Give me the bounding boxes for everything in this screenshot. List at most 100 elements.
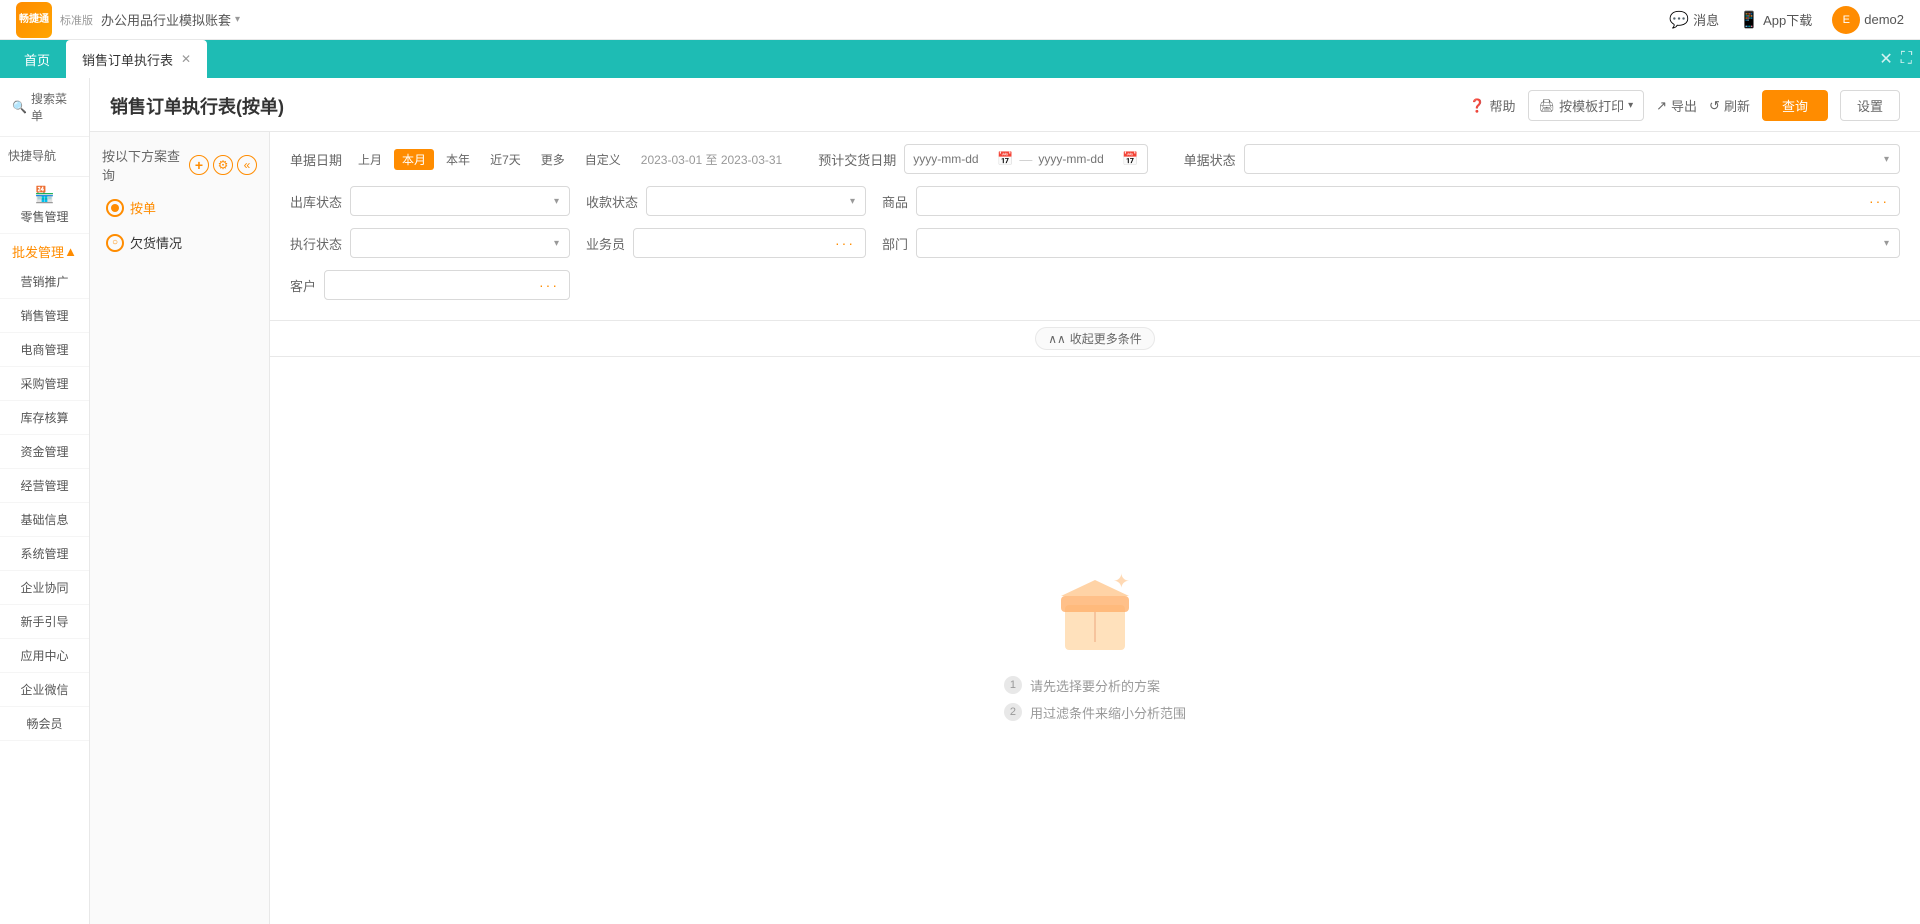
- user-avatar: E: [1832, 6, 1860, 34]
- order-status-select[interactable]: ▾: [1244, 144, 1900, 174]
- delivery-date-range[interactable]: 📅 — 📅: [904, 144, 1147, 174]
- collapse-button[interactable]: ∧∧ 收起更多条件: [1035, 327, 1155, 350]
- order-status-label: 单据状态: [1184, 150, 1236, 169]
- filter-date: 单据日期 上月 本月 本年 近7天 更多 自定义 2023-03-01 至 20…: [290, 149, 782, 170]
- search-icon: 🔍: [12, 100, 27, 114]
- sidebar-item-basics[interactable]: 基础信息: [0, 503, 89, 537]
- tab-bar: 首页 销售订单执行表 ✕ ✕ ⛶: [0, 40, 1920, 78]
- sidebar-item-ecommerce[interactable]: 电商管理: [0, 333, 89, 367]
- period-last7days[interactable]: 近7天: [482, 149, 529, 170]
- sidebar-item-newuser[interactable]: 新手引导: [0, 605, 89, 639]
- header-left: 畅捷通 标准版 办公用品行业模拟账套 ▾: [16, 2, 240, 38]
- collapse-bar: ∧∧ 收起更多条件: [270, 321, 1920, 357]
- sidebar-item-inventory[interactable]: 库存核算: [0, 401, 89, 435]
- order-status-chevron-icon: ▾: [1884, 154, 1889, 165]
- date-range-hint: 2023-03-01 至 2023-03-31: [641, 151, 782, 168]
- empty-state: ✦ 1 请先选择要分析的方案 2: [270, 357, 1920, 924]
- shipment-status-select[interactable]: ▾: [350, 186, 570, 216]
- user-menu[interactable]: E demo2: [1832, 6, 1904, 34]
- filter-product: 商品 ···: [882, 186, 1900, 216]
- step-1-num: 1: [1004, 676, 1022, 694]
- calendar-start-icon[interactable]: 📅: [997, 151, 1013, 167]
- app-download-button[interactable]: 📱 App下载: [1739, 10, 1812, 30]
- messages-button[interactable]: 💬 消息: [1669, 10, 1719, 30]
- sidebar-item-retail[interactable]: 🏪 零售管理: [0, 177, 89, 234]
- execution-chevron-icon: ▾: [554, 238, 559, 249]
- page-header-top: 销售订单执行表(按单) ❓ 帮助 🖨 按模板打印 ▾ ↗ 导出: [110, 90, 1900, 131]
- tab-bar-actions: ✕ ⛶: [1879, 49, 1920, 69]
- sidebar-item-system[interactable]: 系统管理: [0, 537, 89, 571]
- delivery-date-end[interactable]: [1038, 152, 1118, 166]
- scheme-item-order[interactable]: 按单: [90, 190, 269, 225]
- print-icon: 🖨: [1539, 98, 1556, 114]
- customer-select[interactable]: ···: [324, 270, 570, 300]
- query-button[interactable]: 查询: [1762, 90, 1828, 121]
- filter-delivery-date: 预计交货日期 📅 — 📅: [818, 144, 1147, 174]
- message-icon: 💬: [1669, 10, 1689, 30]
- execution-status-select[interactable]: ▾: [350, 228, 570, 258]
- period-more[interactable]: 更多: [533, 149, 573, 170]
- shipment-chevron-icon: ▾: [554, 196, 559, 207]
- shipment-status-label: 出库状态: [290, 192, 342, 211]
- add-scheme-button[interactable]: +: [189, 155, 209, 175]
- salesperson-select[interactable]: ···: [633, 228, 866, 258]
- main-content: 单据日期 上月 本月 本年 近7天 更多 自定义 2023-03-01 至 20…: [270, 132, 1920, 924]
- department-select[interactable]: ▾: [916, 228, 1900, 258]
- tab-expand-icon[interactable]: ⛶: [1901, 50, 1912, 68]
- sidebar-item-sales[interactable]: 销售管理: [0, 299, 89, 333]
- tab-close-icon[interactable]: ✕: [181, 52, 191, 66]
- content-area: 销售订单执行表(按单) ❓ 帮助 🖨 按模板打印 ▾ ↗ 导出: [90, 78, 1920, 924]
- tab-close-all-icon[interactable]: ✕: [1879, 49, 1892, 69]
- product-select[interactable]: ···: [916, 186, 1900, 216]
- collapse-panel-button[interactable]: «: [237, 155, 257, 175]
- period-current-year[interactable]: 本年: [438, 149, 478, 170]
- tab-sales-order-exec[interactable]: 销售订单执行表 ✕: [66, 40, 207, 78]
- tab-home[interactable]: 首页: [8, 40, 66, 78]
- template-print-button[interactable]: 🖨 按模板打印 ▾: [1528, 90, 1645, 121]
- retail-icon: 🏪: [35, 185, 55, 205]
- settings-scheme-button[interactable]: ⚙: [213, 155, 233, 175]
- period-buttons: 上月 本月 本年 近7天 更多 自定义: [350, 149, 629, 170]
- collection-status-label: 收款状态: [586, 192, 638, 211]
- sidebar-item-member[interactable]: 畅会员: [0, 707, 89, 741]
- page-actions: ❓ 帮助 🖨 按模板打印 ▾ ↗ 导出 ↺ 刷新: [1469, 90, 1900, 121]
- empty-svg: ✦: [1045, 560, 1145, 660]
- period-last-month[interactable]: 上月: [350, 149, 390, 170]
- product-label: 商品: [882, 192, 908, 211]
- refresh-icon: ↺: [1709, 98, 1720, 114]
- main-layout: 🔍 搜索菜单 快捷导航 🏪 零售管理 批发管理 ▲ 营销推广 销售管理 电商管理…: [0, 78, 1920, 924]
- sidebar-item-purchase[interactable]: 采购管理: [0, 367, 89, 401]
- search-menu-button[interactable]: 🔍 搜索菜单: [8, 86, 81, 128]
- delivery-date-start[interactable]: [913, 152, 993, 166]
- filter-order-status: 单据状态 ▾: [1184, 144, 1900, 174]
- calendar-end-icon[interactable]: 📅: [1122, 151, 1138, 167]
- page-header: 销售订单执行表(按单) ❓ 帮助 🖨 按模板打印 ▾ ↗ 导出: [90, 78, 1920, 132]
- filter-row-1: 单据日期 上月 本月 本年 近7天 更多 自定义 2023-03-01 至 20…: [290, 144, 1900, 174]
- debt-scheme-icon: ○: [106, 234, 124, 252]
- workspace-chevron-icon: ▾: [235, 14, 240, 25]
- sidebar-item-wechat[interactable]: 企业微信: [0, 673, 89, 707]
- sidebar-item-finance[interactable]: 资金管理: [0, 435, 89, 469]
- collection-status-select[interactable]: ▾: [646, 186, 866, 216]
- filter-shipment-status: 出库状态 ▾: [290, 186, 570, 216]
- scheme-item-debt[interactable]: ○ 欠货情况: [90, 225, 269, 260]
- refresh-button[interactable]: ↺ 刷新: [1709, 96, 1750, 115]
- workspace-selector[interactable]: 办公用品行业模拟账套 ▾: [101, 10, 240, 29]
- sidebar-item-appstore[interactable]: 应用中心: [0, 639, 89, 673]
- empty-illustration: ✦: [1045, 560, 1145, 660]
- filter-collection-status: 收款状态 ▾: [586, 186, 866, 216]
- filter-container: 单据日期 上月 本月 本年 近7天 更多 自定义 2023-03-01 至 20…: [270, 132, 1920, 321]
- help-button[interactable]: ❓ 帮助: [1469, 96, 1515, 115]
- salesperson-label: 业务员: [586, 234, 625, 253]
- filter-execution-status: 执行状态 ▾: [290, 228, 570, 258]
- period-current-month[interactable]: 本月: [394, 149, 434, 170]
- delivery-date-label: 预计交货日期: [818, 150, 896, 169]
- settings-button[interactable]: 设置: [1840, 90, 1900, 121]
- left-panel-header: 按以下方案查询 + ⚙ «: [90, 140, 269, 190]
- sidebar-item-wholesale[interactable]: 批发管理 ▲: [0, 234, 89, 265]
- period-custom[interactable]: 自定义: [577, 149, 629, 170]
- sidebar-item-enterprise[interactable]: 企业协同: [0, 571, 89, 605]
- sidebar-item-marketing[interactable]: 营销推广: [0, 265, 89, 299]
- export-button[interactable]: ↗ 导出: [1656, 96, 1697, 115]
- sidebar-item-operations[interactable]: 经营管理: [0, 469, 89, 503]
